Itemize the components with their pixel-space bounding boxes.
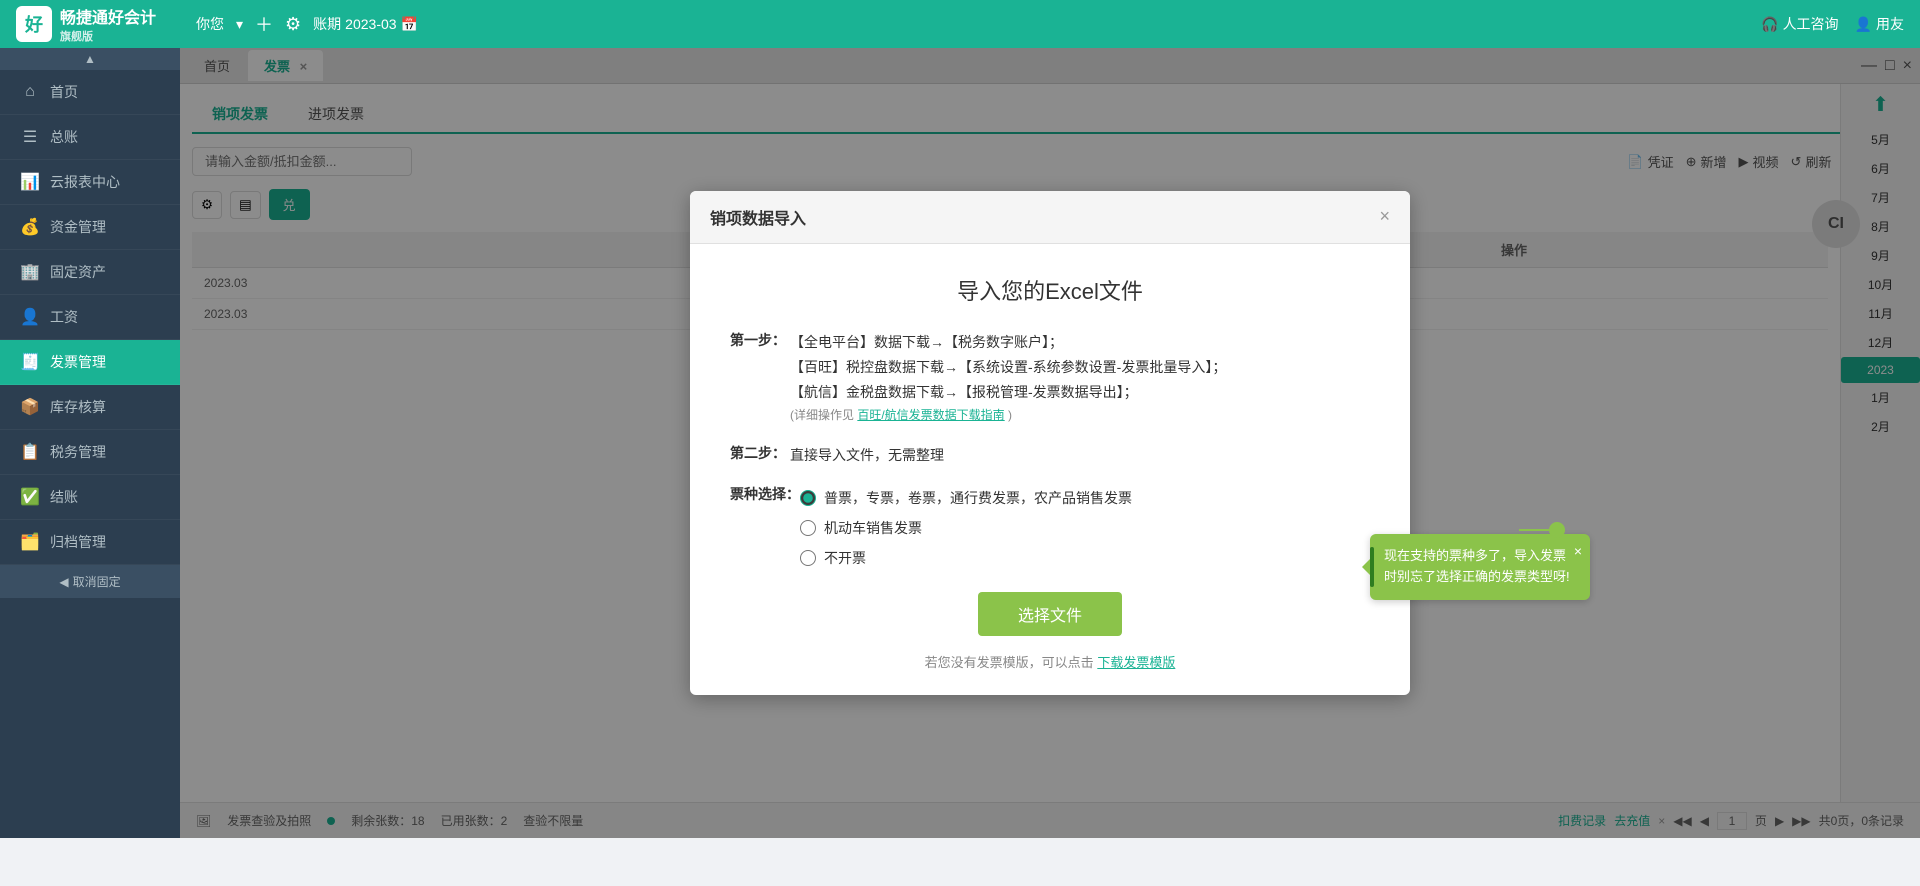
download-template-link[interactable]: 下载发票模版 (1097, 655, 1175, 670)
tooltip-bar (1370, 547, 1374, 587)
salary-icon: 👤 (20, 307, 40, 327)
invoice-icon: 🧾 (20, 352, 40, 372)
modal-close-button[interactable]: × (1379, 206, 1390, 227)
settle-icon: ✅ (20, 487, 40, 507)
step1-line-2: 【百旺】税控盘数据下载→【系统设置-系统参数设置-发票批量导入】； (790, 355, 1370, 380)
sidebar-item-tax[interactable]: 📋 税务管理 (0, 430, 180, 475)
radio-common[interactable]: 普票，专票，卷票，通行费发票，农产品销售发票 (800, 488, 1132, 508)
ticket-row: 票种选择： 普票，专票，卷票，通行费发票，农产品销售发票 机动车销售发票 不开票 (730, 484, 1370, 568)
calendar-icon[interactable]: 📅 (401, 16, 418, 33)
import-modal: 销项数据导入 × 导入您的Excel文件 第一步： 【全电平台】数据下载→【税务… (690, 191, 1410, 695)
sidebar-item-home[interactable]: ⌂ 首页 (0, 70, 180, 115)
radio-common-input[interactable] (800, 490, 816, 506)
top-bar: 好 畅捷通好会计 旗舰版 你您 ▾ ＋ ⚙ 账期 2023-03 📅 🎧 人工咨… (0, 0, 1920, 48)
modal-body: 导入您的Excel文件 第一步： 【全电平台】数据下载→【税务数字账户】； 【百… (690, 244, 1410, 695)
step1-row: 第一步： 【全电平台】数据下载→【税务数字账户】； 【百旺】税控盘数据下载→【系… (730, 330, 1370, 427)
modal-overlay: 销项数据导入 × 导入您的Excel文件 第一步： 【全电平台】数据下载→【税务… (180, 48, 1920, 838)
step1-line-1: 【全电平台】数据下载→【税务数字账户】； (790, 330, 1370, 355)
radio-no-ticket-input[interactable] (800, 550, 816, 566)
step1-content: 【全电平台】数据下载→【税务数字账户】； 【百旺】税控盘数据下载→【系统设置-系… (790, 330, 1370, 427)
radio-group: 普票，专票，卷票，通行费发票，农产品销售发票 机动车销售发票 不开票 (800, 488, 1132, 568)
user-menu[interactable]: 👤 用友 (1855, 14, 1904, 34)
sidebar-item-fixed-asset[interactable]: 🏢 固定资产 (0, 250, 180, 295)
entity-name: 你您 (196, 14, 224, 34)
step2-content: 直接导入文件，无需整理 (790, 443, 1370, 468)
settings-icon[interactable]: ⚙ (285, 14, 301, 35)
radio-vehicle-input[interactable] (800, 520, 816, 536)
add-icon[interactable]: ＋ (255, 11, 273, 37)
sidebar-item-invoice[interactable]: 🧾 发票管理 (0, 340, 180, 385)
app-name: 畅捷通好会计 (60, 4, 156, 28)
modal-main-title: 导入您的Excel文件 (730, 274, 1370, 306)
period-display: 账期 2023-03 📅 (313, 14, 418, 34)
app-logo: 好 畅捷通好会计 旗舰版 (16, 4, 196, 44)
sidebar-scroll-up[interactable]: ▲ (0, 48, 180, 70)
cancel-pin-icon: ◀ (59, 575, 68, 589)
sidebar-item-ledger[interactable]: ☰ 总账 (0, 115, 180, 160)
step1-line-3: 【航信】金税盘数据下载→【报税管理-发票数据导出】； (790, 380, 1370, 405)
tooltip-bubble: × 现在支持的票种多了，导入发票时别忘了选择正确的发票类型呀! (1370, 534, 1590, 600)
step1-hint: (详细操作见 百旺/航信发票数据下载指南 ) (790, 405, 1370, 427)
app-edition: 旗舰版 (60, 28, 156, 44)
home-icon: ⌂ (20, 83, 40, 101)
tax-icon: 📋 (20, 442, 40, 462)
ticket-label: 票种选择： (730, 484, 800, 504)
headphone-icon: 🎧 (1761, 16, 1778, 33)
tooltip-connector-line (1519, 529, 1549, 531)
top-bar-center: 你您 ▾ ＋ ⚙ 账期 2023-03 📅 (196, 11, 1761, 37)
sidebar-item-inventory[interactable]: 📦 库存核算 (0, 385, 180, 430)
user-icon: 👤 (1855, 16, 1872, 33)
sidebar-item-settle[interactable]: ✅ 结账 (0, 475, 180, 520)
period-value: 2023-03 (345, 16, 396, 32)
consult-button[interactable]: 🎧 人工咨询 (1761, 14, 1838, 34)
step1-label: 第一步： (730, 330, 790, 350)
sidebar-item-salary[interactable]: 👤 工资 (0, 295, 180, 340)
sidebar: ▲ ⌂ 首页 ☰ 总账 📊 云报表中心 💰 资金管理 🏢 固定资产 👤 工资 🧾… (0, 48, 180, 838)
step2-label: 第二步： (730, 443, 790, 463)
step2-row: 第二步： 直接导入文件，无需整理 (730, 443, 1370, 468)
logo-icon: 好 (16, 6, 52, 42)
ledger-icon: ☰ (20, 127, 40, 147)
period-label: 账期 (313, 14, 341, 34)
sidebar-cancel-pin[interactable]: ◀ 取消固定 (0, 565, 180, 598)
entity-dropdown-icon[interactable]: ▾ (236, 16, 243, 33)
sidebar-item-fund[interactable]: 💰 资金管理 (0, 205, 180, 250)
inventory-icon: 📦 (20, 397, 40, 417)
modal-footer: 若您没有发票模版，可以点击 下载发票模版 (730, 652, 1370, 671)
radio-vehicle[interactable]: 机动车销售发票 (800, 518, 1132, 538)
step1-guide-link[interactable]: 百旺/航信发票数据下载指南 (857, 408, 1004, 422)
tooltip-close[interactable]: × (1574, 540, 1582, 562)
radio-no-ticket[interactable]: 不开票 (800, 548, 1132, 568)
top-bar-right: 🎧 人工咨询 👤 用友 (1761, 14, 1904, 34)
fixed-asset-icon: 🏢 (20, 262, 40, 282)
modal-title: 销项数据导入 (710, 205, 806, 229)
sidebar-item-cloud-report[interactable]: 📊 云报表中心 (0, 160, 180, 205)
select-file-button[interactable]: 选择文件 (978, 592, 1122, 636)
sidebar-item-archive[interactable]: 🗂️ 归档管理 (0, 520, 180, 565)
cloud-report-icon: 📊 (20, 172, 40, 192)
archive-icon: 🗂️ (20, 532, 40, 552)
tooltip-text: 现在支持的票种多了，导入发票时别忘了选择正确的发票类型呀! (1384, 548, 1570, 584)
modal-header: 销项数据导入 × (690, 191, 1410, 244)
fund-icon: 💰 (20, 217, 40, 237)
